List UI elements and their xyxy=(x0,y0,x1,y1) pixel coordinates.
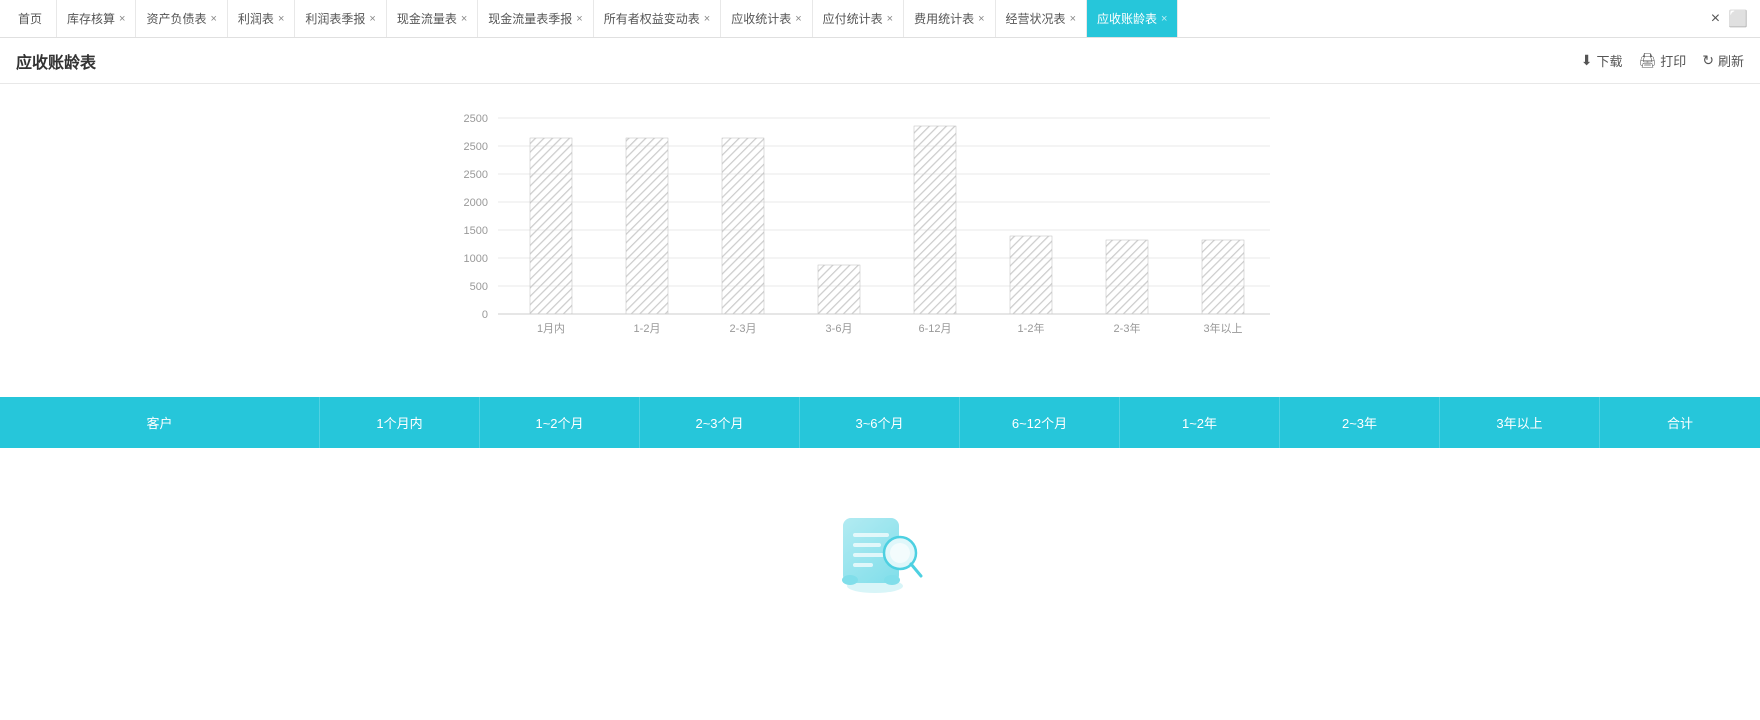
close-equity-icon[interactable]: × xyxy=(704,13,710,25)
tab-inventory[interactable]: 库存核算 × xyxy=(57,0,136,38)
col-6-12month: 6~12个月 xyxy=(960,397,1120,448)
close-balance-sheet-icon[interactable]: × xyxy=(210,13,216,25)
tab-balance-sheet[interactable]: 资产负债表 × xyxy=(136,0,227,38)
main-content: 2500 2500 2500 2000 1500 1000 500 0 xyxy=(0,84,1760,720)
header-actions: ⬇ 下载 🖨 打印 ↻ 刷新 xyxy=(1581,51,1744,70)
col-1month: 1个月内 xyxy=(320,397,480,448)
svg-text:2500: 2500 xyxy=(464,113,488,125)
close-expense-stat-icon[interactable]: × xyxy=(978,13,984,25)
window-controls: × ⬜ xyxy=(1711,9,1756,29)
table-header: 客户 1个月内 1~2个月 2~3个月 3~6个月 6~12个月 1~2年 2~… xyxy=(0,397,1760,448)
empty-state xyxy=(0,448,1760,638)
svg-text:500: 500 xyxy=(470,281,488,293)
close-cashflow-icon[interactable]: × xyxy=(461,13,467,25)
tab-cashflow-quarter[interactable]: 现金流量表季报 × xyxy=(478,0,593,38)
window-maximize-button[interactable]: ⬜ xyxy=(1728,9,1748,29)
close-business-stat-icon[interactable]: × xyxy=(1070,13,1076,25)
download-icon: ⬇ xyxy=(1581,52,1593,69)
svg-text:1000: 1000 xyxy=(464,253,488,265)
tab-bar: 首页 库存核算 × 资产负债表 × 利润表 × 利润表季报 × 现金流量表 × … xyxy=(0,0,1760,38)
tab-expense-stat[interactable]: 费用统计表 × xyxy=(904,0,995,38)
tab-home[interactable]: 首页 xyxy=(4,0,57,38)
col-1-2month: 1~2个月 xyxy=(480,397,640,448)
col-3-6month: 3~6个月 xyxy=(800,397,960,448)
close-profit-icon[interactable]: × xyxy=(278,13,284,25)
print-button[interactable]: 🖨 打印 xyxy=(1638,51,1686,70)
svg-text:2000: 2000 xyxy=(464,197,488,209)
tab-ar-stat[interactable]: 应收统计表 × xyxy=(721,0,812,38)
tab-profit-quarter[interactable]: 利润表季报 × xyxy=(295,0,386,38)
tab-ap-stat[interactable]: 应付统计表 × xyxy=(813,0,904,38)
col-customer: 客户 xyxy=(0,397,320,448)
tab-ar-aging[interactable]: 应收账龄表 × xyxy=(1087,0,1178,38)
close-inventory-icon[interactable]: × xyxy=(119,13,125,25)
page-title: 应收账龄表 xyxy=(16,49,96,73)
svg-text:3-6月: 3-6月 xyxy=(826,323,853,335)
svg-text:1-2年: 1-2年 xyxy=(1018,321,1045,335)
close-ap-stat-icon[interactable]: × xyxy=(887,13,893,25)
tab-cashflow[interactable]: 现金流量表 × xyxy=(387,0,478,38)
col-1-2year: 1~2年 xyxy=(1120,397,1280,448)
svg-text:0: 0 xyxy=(482,309,488,321)
chart-area: 2500 2500 2500 2000 1500 1000 500 0 xyxy=(0,84,1760,397)
svg-text:2500: 2500 xyxy=(464,141,488,153)
svg-text:6-12月: 6-12月 xyxy=(918,323,951,335)
tab-business-stat[interactable]: 经营状况表 × xyxy=(996,0,1087,38)
svg-text:3年以上: 3年以上 xyxy=(1203,321,1242,335)
svg-text:2-3月: 2-3月 xyxy=(730,323,757,335)
bar-chart: 2500 2500 2500 2000 1500 1000 500 0 xyxy=(20,104,1740,384)
col-3year-plus: 3年以上 xyxy=(1440,397,1600,448)
close-ar-stat-icon[interactable]: × xyxy=(795,13,801,25)
empty-icon xyxy=(825,498,935,598)
svg-text:1-2月: 1-2月 xyxy=(634,323,661,335)
col-2-3month: 2~3个月 xyxy=(640,397,800,448)
svg-text:1月内: 1月内 xyxy=(537,321,565,335)
close-profit-quarter-icon[interactable]: × xyxy=(369,13,375,25)
tab-profit[interactable]: 利润表 × xyxy=(228,0,295,38)
svg-text:1500: 1500 xyxy=(464,225,488,237)
tab-equity[interactable]: 所有者权益变动表 × xyxy=(594,0,721,38)
close-ar-aging-icon[interactable]: × xyxy=(1161,13,1167,25)
svg-text:2500: 2500 xyxy=(464,169,488,181)
print-icon: 🖨 xyxy=(1638,52,1656,69)
col-total: 合计 xyxy=(1600,397,1760,448)
page-header: 应收账龄表 ⬇ 下载 🖨 打印 ↻ 刷新 xyxy=(0,38,1760,84)
refresh-button[interactable]: ↻ 刷新 xyxy=(1702,51,1744,70)
svg-text:2-3年: 2-3年 xyxy=(1114,321,1141,335)
download-button[interactable]: ⬇ 下载 xyxy=(1581,51,1623,70)
close-cashflow-quarter-icon[interactable]: × xyxy=(576,13,582,25)
col-2-3year: 2~3年 xyxy=(1280,397,1440,448)
window-close-button[interactable]: × xyxy=(1711,10,1720,28)
refresh-icon: ↻ xyxy=(1702,52,1714,69)
